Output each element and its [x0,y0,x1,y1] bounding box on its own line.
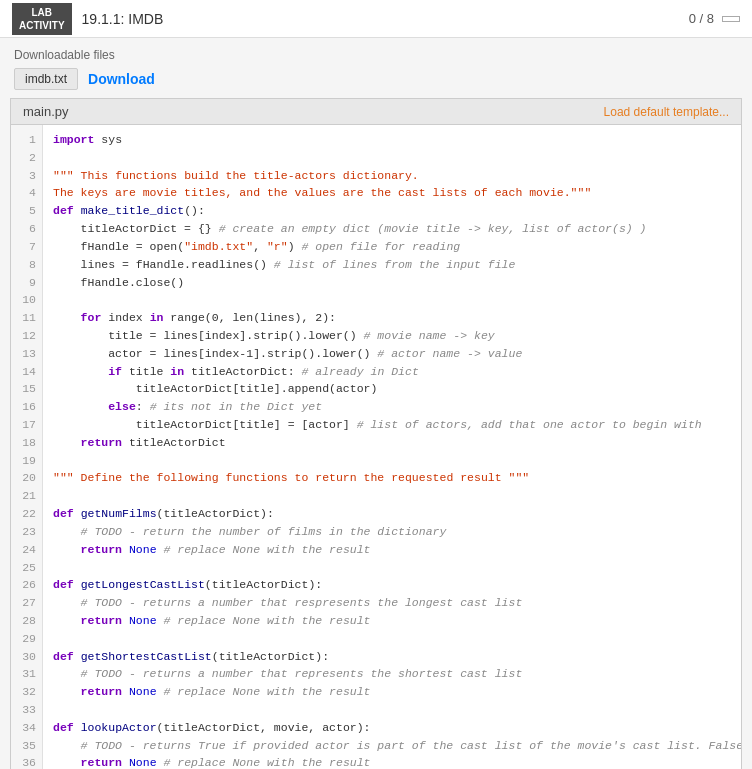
header-title: 19.1.1: IMDB [82,11,164,27]
lab-activity-badge: LAB ACTIVITY [12,3,72,35]
load-template-button[interactable]: Load default template... [604,105,729,119]
editor-filename: main.py [23,104,69,119]
download-button[interactable]: Download [88,71,155,87]
line-numbers: 12345 678910 1112131415 1617181920 21222… [11,125,43,769]
header-left: LAB ACTIVITY 19.1.1: IMDB [12,3,163,35]
downloadable-section: Downloadable files imdb.txt Download [0,38,752,98]
editor-header: main.py Load default template... [11,99,741,125]
score-display: 0 / 8 [689,11,714,26]
editor-container: main.py Load default template... 12345 6… [10,98,742,769]
header: LAB ACTIVITY 19.1.1: IMDB 0 / 8 [0,0,752,38]
code-content[interactable]: import sys """ This functions build the … [43,125,741,769]
score-box [722,16,740,22]
file-chip: imdb.txt [14,68,78,90]
code-area[interactable]: 12345 678910 1112131415 1617181920 21222… [11,125,741,769]
download-row: imdb.txt Download [14,68,738,90]
header-right: 0 / 8 [689,11,740,26]
downloadable-label: Downloadable files [14,48,738,62]
